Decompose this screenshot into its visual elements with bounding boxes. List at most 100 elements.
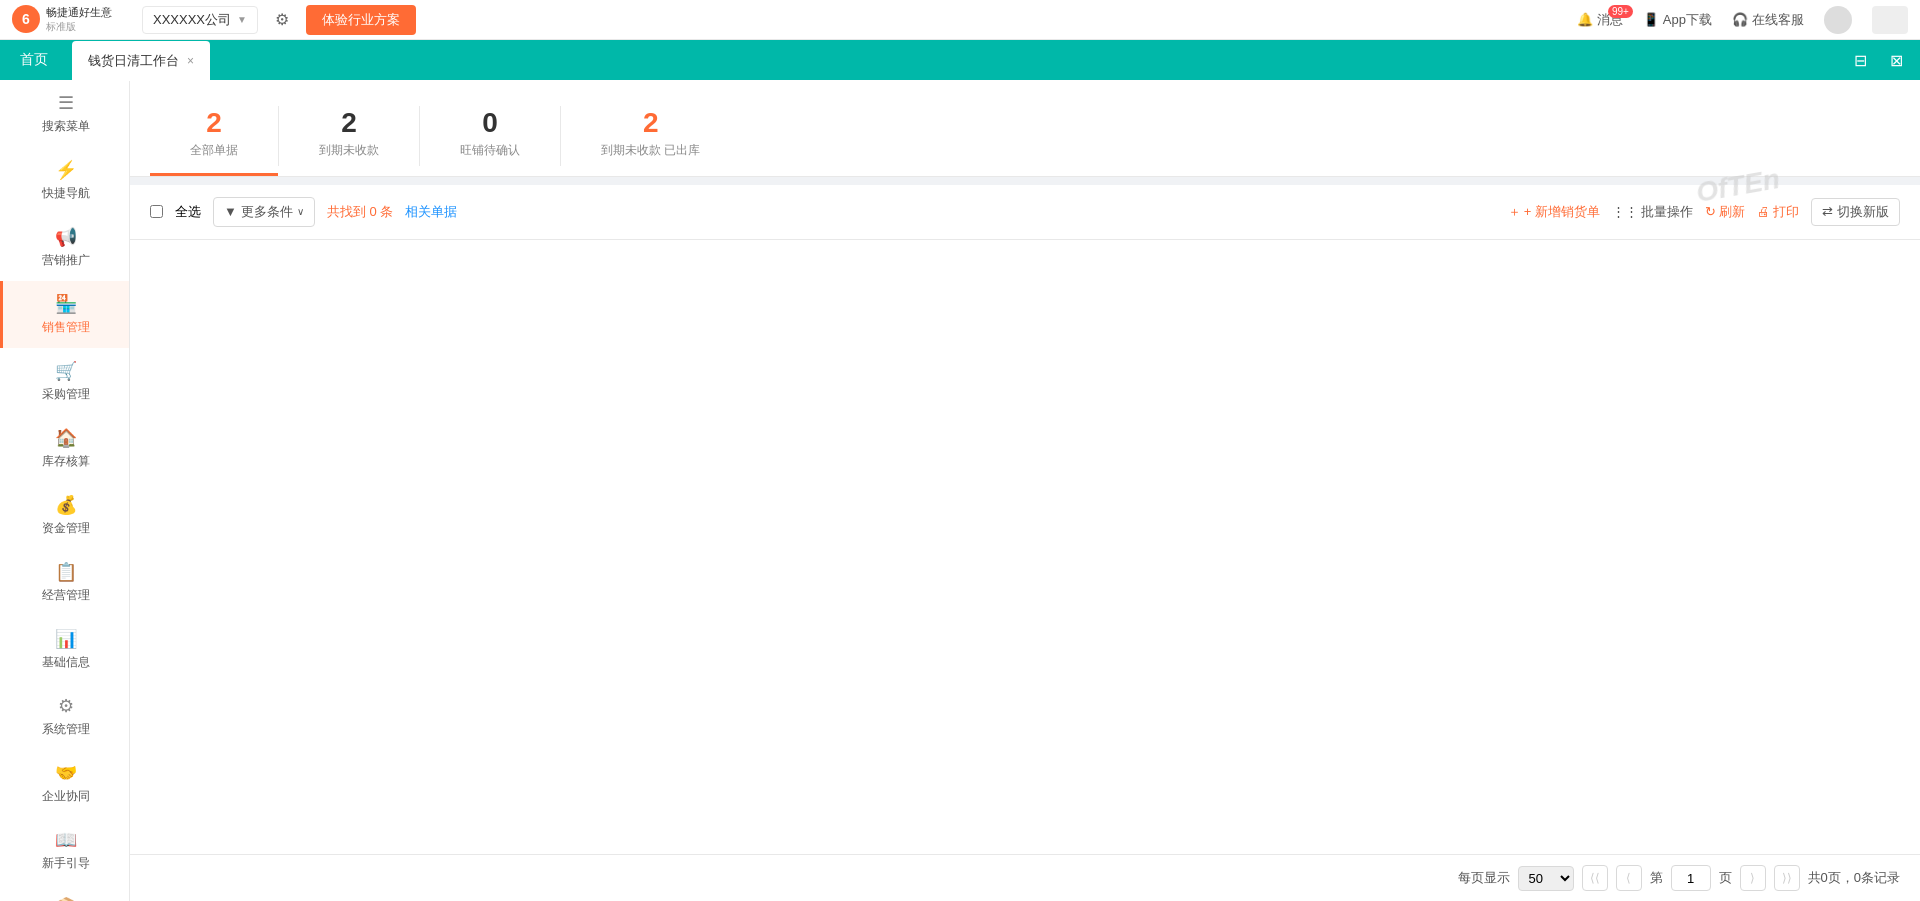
- sidebar-item-12[interactable]: 📦 应用中心: [0, 884, 129, 901]
- table-area: [130, 240, 1920, 854]
- print-icon: 🖨: [1757, 204, 1770, 219]
- related-link[interactable]: 相关单据: [405, 203, 457, 221]
- message-badge: 99+: [1608, 5, 1633, 18]
- page-first-label: 第: [1650, 869, 1663, 887]
- last-page-button[interactable]: ⟩⟩: [1774, 865, 1800, 891]
- print-label: 打印: [1773, 203, 1799, 221]
- page-size-label: 每页显示: [1458, 869, 1510, 887]
- stat-tab-2[interactable]: 0 旺铺待确认: [420, 96, 560, 176]
- sidebar-label-9: 系统管理: [42, 721, 90, 738]
- online-service-button[interactable]: 🎧 在线客服: [1732, 11, 1804, 29]
- sidebar-item-4[interactable]: 🛒 采购管理: [0, 348, 129, 415]
- top-bar: 6 畅捷通好生意 标准版 XXXXXX公司 ▼ ⚙ 体验行业方案 🔔 消息 99…: [0, 0, 1920, 40]
- sidebar-icon-11: 📖: [55, 829, 77, 851]
- sidebar-icon-7: 📋: [55, 561, 77, 583]
- sidebar-item-5[interactable]: 🏠 库存核算: [0, 415, 129, 482]
- next-page-button[interactable]: ⟩: [1740, 865, 1766, 891]
- sidebar-label-2: 营销推广: [42, 252, 90, 269]
- sidebar-icon-10: 🤝: [55, 762, 77, 784]
- page-unit: 页: [1719, 869, 1732, 887]
- sidebar-icon-5: 🏠: [55, 427, 77, 449]
- sidebar-item-6[interactable]: 💰 资金管理: [0, 482, 129, 549]
- stats-tabs: 2 全部单据 2 到期未收款 0 旺铺待确认 2 到期未收款 已出库: [130, 80, 1920, 177]
- stat-label-1: 到期未收款: [319, 142, 379, 159]
- chevron-down-icon: ▼: [237, 14, 247, 25]
- switch-version-button[interactable]: ⇄ 切换新版: [1811, 198, 1900, 226]
- stat-num-1: 2: [341, 106, 357, 140]
- content-area: 2 全部单据 2 到期未收款 0 旺铺待确认 2 到期未收款 已出库 全选 ▼ …: [130, 80, 1920, 901]
- plus-icon: ＋: [1508, 203, 1521, 221]
- app-download-button[interactable]: 📱 App下载: [1643, 11, 1712, 29]
- switch-label: 切换新版: [1837, 203, 1889, 221]
- close-tab-icon[interactable]: ×: [187, 54, 194, 68]
- stat-num-2: 0: [482, 106, 498, 140]
- filter-button[interactable]: ▼ 更多条件 ∨: [213, 197, 315, 227]
- batch-icon: ⋮⋮: [1612, 204, 1638, 219]
- found-unit: 条: [380, 204, 393, 219]
- tab-label: 钱货日清工作台: [88, 52, 179, 70]
- app-download-label: App下载: [1663, 11, 1712, 29]
- company-selector[interactable]: XXXXXX公司 ▼: [142, 6, 258, 34]
- trial-button[interactable]: 体验行业方案: [306, 5, 416, 35]
- logo-text: 畅捷通好生意: [46, 5, 112, 19]
- top-right: 🔔 消息 99+ 📱 App下载 🎧 在线客服: [1577, 6, 1908, 34]
- sidebar-icon-4: 🛒: [55, 360, 77, 382]
- download-icon: 📱: [1643, 12, 1659, 27]
- print-button[interactable]: 🖨 打印: [1757, 203, 1799, 221]
- logo-tag: 标准版: [46, 20, 112, 34]
- tab-active[interactable]: 钱货日清工作台 ×: [72, 41, 210, 81]
- message-button[interactable]: 🔔 消息 99+: [1577, 11, 1623, 29]
- tab-bar: 首页 钱货日清工作台 × ⊟ ⊠: [0, 40, 1920, 80]
- sidebar-label-8: 基础信息: [42, 654, 90, 671]
- refresh-label: 刷新: [1719, 203, 1745, 221]
- tab-home[interactable]: 首页: [0, 40, 68, 80]
- batch-operation-button[interactable]: ⋮⋮ 批量操作: [1612, 203, 1693, 221]
- select-all-label: 全选: [175, 203, 201, 221]
- stat-tab-0[interactable]: 2 全部单据: [150, 96, 278, 176]
- sidebar-label-3: 销售管理: [42, 319, 90, 336]
- minimize-button[interactable]: ⊟: [1846, 46, 1874, 74]
- total-count-label: 共0页，0条记录: [1808, 869, 1900, 887]
- main-layout: ☰ 搜索菜单 ⚡ 快捷导航 📢 营销推广 🏪 销售管理 🛒 采购管理 🏠 库存核…: [0, 80, 1920, 901]
- sidebar-item-9[interactable]: ⚙ 系统管理: [0, 683, 129, 750]
- stat-num-0: 2: [206, 106, 222, 140]
- sidebar-icon-8: 📊: [55, 628, 77, 650]
- pagination: 每页显示 50 100 200 ⟨⟨ ⟨ 第 页 ⟩ ⟩⟩ 共0页，0条记录: [130, 854, 1920, 901]
- sidebar-label-10: 企业协同: [42, 788, 90, 805]
- stat-label-0: 全部单据: [190, 142, 238, 159]
- maximize-button[interactable]: ⊠: [1882, 46, 1910, 74]
- sidebar-icon-2: 📢: [55, 226, 77, 248]
- sidebar-item-11[interactable]: 📖 新手引导: [0, 817, 129, 884]
- settings-button[interactable]: ⚙: [268, 6, 296, 34]
- add-btn-label: + 新增销货单: [1524, 203, 1600, 221]
- stat-label-2: 旺铺待确认: [460, 142, 520, 159]
- sidebar-label-11: 新手引导: [42, 855, 90, 872]
- found-count: 共找到 0 条: [327, 203, 393, 221]
- filter-label: 更多条件: [241, 203, 293, 221]
- page-size-select[interactable]: 50 100 200: [1518, 866, 1574, 891]
- sidebar-item-10[interactable]: 🤝 企业协同: [0, 750, 129, 817]
- page-number-input[interactable]: [1671, 865, 1711, 891]
- sidebar-item-3[interactable]: 🏪 销售管理: [0, 281, 129, 348]
- sidebar-item-0[interactable]: ☰ 搜索菜单: [0, 80, 129, 147]
- sidebar-icon-6: 💰: [55, 494, 77, 516]
- refresh-icon: ↻: [1705, 204, 1716, 219]
- sidebar-item-8[interactable]: 📊 基础信息: [0, 616, 129, 683]
- first-page-button[interactable]: ⟨⟨: [1582, 865, 1608, 891]
- tab-bar-right: ⊟ ⊠: [1846, 46, 1920, 74]
- user-menu[interactable]: [1872, 6, 1908, 34]
- sidebar-item-7[interactable]: 📋 经营管理: [0, 549, 129, 616]
- prev-page-button[interactable]: ⟨: [1616, 865, 1642, 891]
- select-all-checkbox[interactable]: [150, 205, 163, 218]
- found-prefix: 共找到: [327, 204, 366, 219]
- sidebar-item-1[interactable]: ⚡ 快捷导航: [0, 147, 129, 214]
- avatar[interactable]: [1824, 6, 1852, 34]
- stat-tab-3[interactable]: 2 到期未收款 已出库: [561, 96, 740, 176]
- toolbar-right: ＋ + 新增销货单 ⋮⋮ 批量操作 ↻ 刷新 🖨 打印 ⇄ 切换新版: [1508, 198, 1900, 226]
- sidebar-label-1: 快捷导航: [42, 185, 90, 202]
- sidebar-label-0: 搜索菜单: [42, 118, 90, 135]
- add-sale-order-button[interactable]: ＋ + 新增销货单: [1508, 203, 1600, 221]
- refresh-button[interactable]: ↻ 刷新: [1705, 203, 1745, 221]
- sidebar-item-2[interactable]: 📢 营销推广: [0, 214, 129, 281]
- stat-tab-1[interactable]: 2 到期未收款: [279, 96, 419, 176]
